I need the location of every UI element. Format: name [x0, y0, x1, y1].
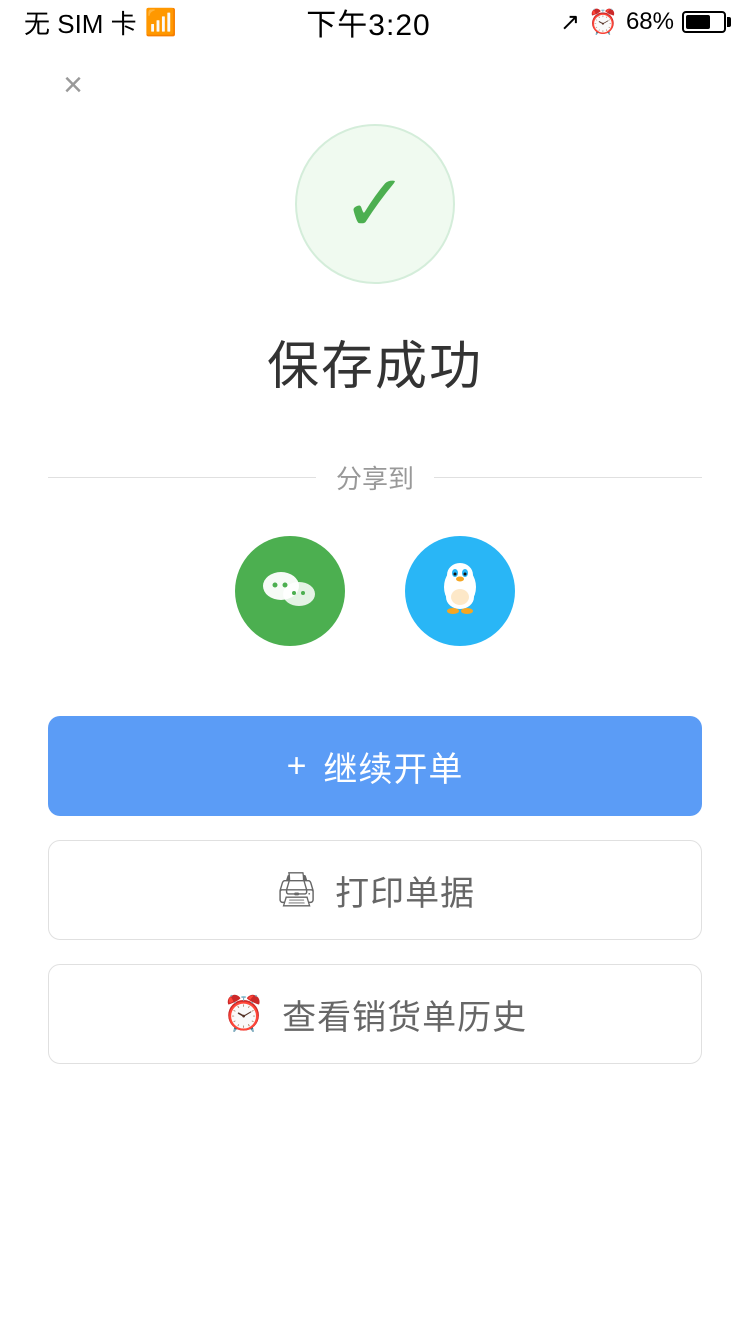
share-label: 分享到	[316, 459, 434, 496]
close-button[interactable]: ×	[48, 60, 98, 110]
continue-order-label: 继续开单	[323, 742, 463, 791]
status-bar: 无 SIM 卡 📶 下午3:20 ↗ ⏰ 68%	[0, 0, 750, 44]
plus-icon: +	[287, 747, 308, 786]
close-icon: ×	[63, 68, 83, 102]
print-button[interactable]: 🖨 打印单据	[48, 840, 702, 940]
battery-percent: 68%	[626, 8, 674, 36]
wechat-icon	[257, 558, 323, 624]
print-icon: 🖨	[275, 870, 319, 910]
status-left: 无 SIM 卡 📶	[24, 4, 177, 41]
clock-icon: ⏰	[223, 994, 266, 1034]
print-label: 打印单据	[335, 866, 475, 915]
action-buttons: + 继续开单 🖨 打印单据 ⏰ 查看销货单历史	[0, 716, 750, 1064]
alarm-icon: ⏰	[588, 8, 618, 37]
location-icon: ↗	[560, 8, 580, 37]
wechat-share-button[interactable]	[235, 536, 345, 646]
sim-status: 无 SIM 卡	[24, 4, 137, 41]
success-title: 保存成功	[267, 324, 483, 399]
continue-order-button[interactable]: + 继续开单	[48, 716, 702, 816]
status-right: ↗ ⏰ 68%	[560, 8, 726, 37]
divider-line-left	[48, 477, 316, 478]
history-button[interactable]: ⏰ 查看销货单历史	[48, 964, 702, 1064]
main-content: ✓ 保存成功 分享到	[0, 44, 750, 1064]
qq-icon	[428, 559, 492, 623]
checkmark-icon: ✓	[341, 164, 408, 244]
success-icon-circle: ✓	[295, 124, 455, 284]
qq-share-button[interactable]	[405, 536, 515, 646]
history-label: 查看销货单历史	[282, 990, 527, 1039]
battery-icon	[682, 11, 726, 33]
wifi-icon: 📶	[145, 7, 177, 38]
divider-line-right	[434, 477, 702, 478]
share-divider: 分享到	[0, 459, 750, 496]
status-time: 下午3:20	[306, 0, 430, 44]
share-icons-row	[235, 536, 515, 646]
